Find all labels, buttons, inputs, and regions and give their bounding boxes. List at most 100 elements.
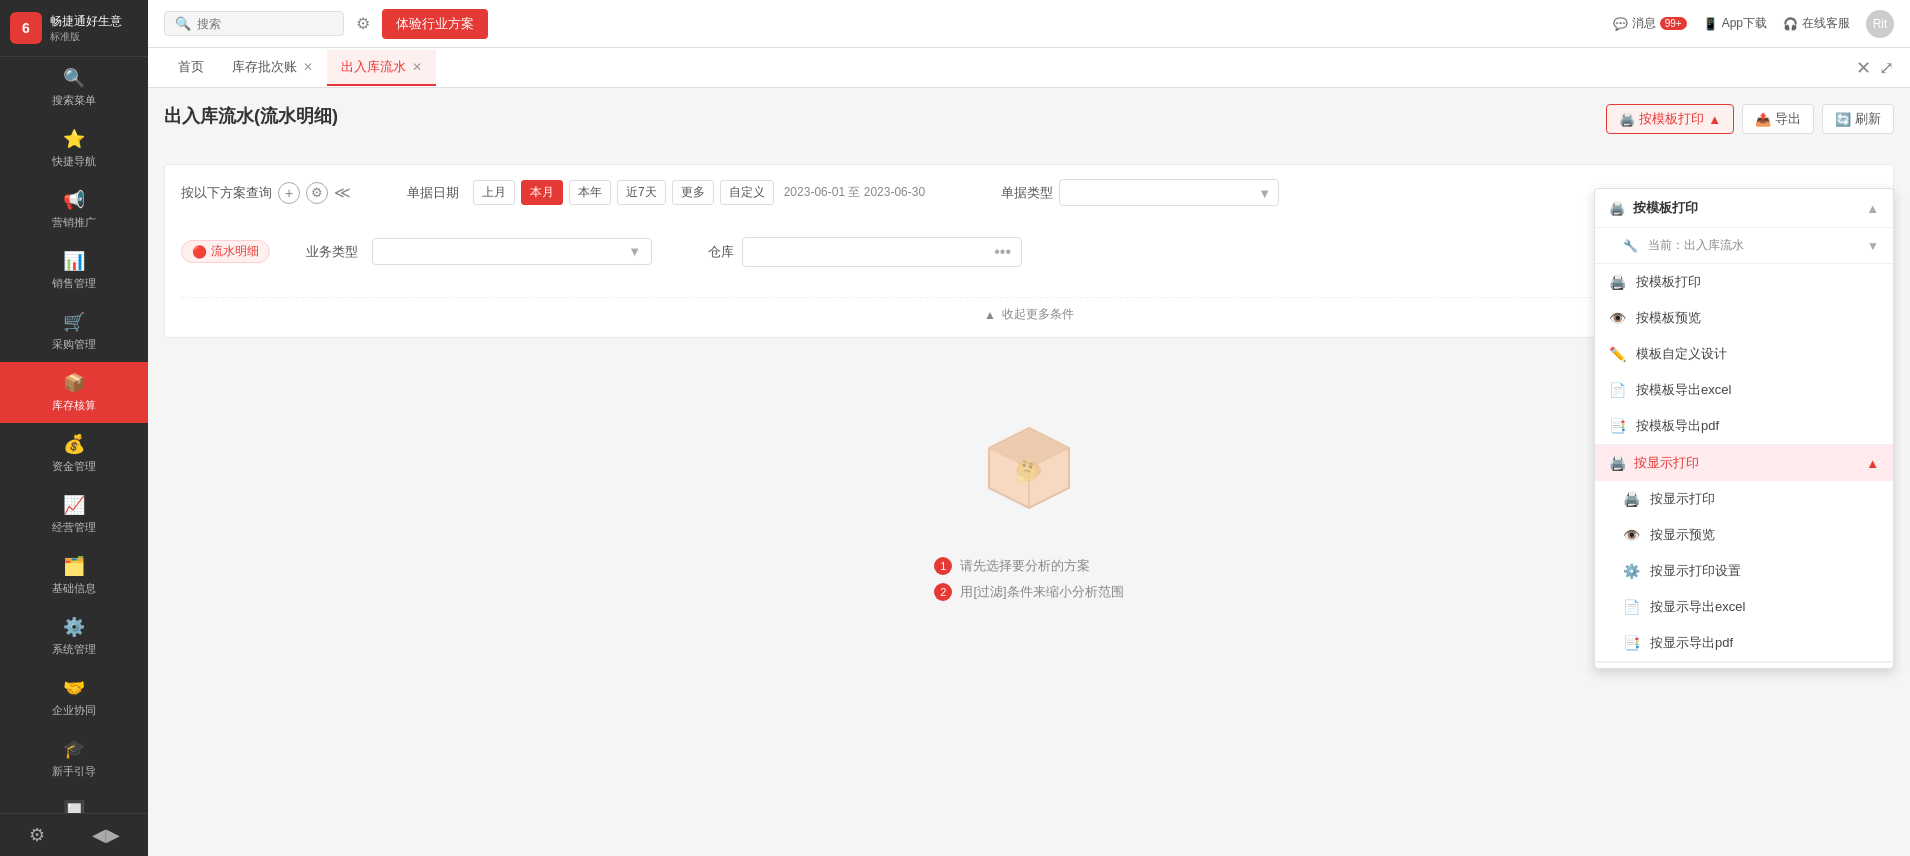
tab-batch-account[interactable]: 库存批次账 ✕: [218, 50, 327, 86]
finance-icon: 💰: [63, 433, 85, 455]
empty-steps: 1 请先选择要分析的方案 2 用[过滤]条件来缩小分析范围: [934, 557, 1123, 601]
dp-display-print[interactable]: 🖨️ 按显示打印: [1595, 481, 1893, 517]
tab-flow[interactable]: 出入库流水 ✕: [327, 50, 436, 86]
online-service-btn[interactable]: 🎧 在线客服: [1783, 15, 1850, 32]
filter-tag-icon: 🔴: [192, 245, 207, 259]
template-print-dropdown-btn[interactable]: 🖨️ 按模板打印 ▲: [1606, 104, 1734, 134]
dp-display-print-settings[interactable]: ⚙️ 按显示打印设置: [1595, 553, 1893, 589]
dp-template-preview[interactable]: 👁️ 按模板预览: [1595, 300, 1893, 336]
settings-footer-btn[interactable]: ⚙: [29, 824, 45, 846]
system-icon: ⚙️: [63, 616, 85, 638]
sidebar-item-operation[interactable]: 📈 经营管理: [0, 484, 148, 545]
apps-icon: 🔲: [63, 799, 85, 813]
dp-display-settings-icon: ⚙️: [1623, 563, 1640, 579]
empty-step-1: 1 请先选择要分析的方案: [934, 557, 1123, 575]
tab-home[interactable]: 首页: [164, 50, 218, 86]
current-icon: 🔧: [1623, 239, 1638, 253]
biz-type-select[interactable]: ▼: [372, 238, 652, 265]
basic-icon: 🗂️: [63, 555, 85, 577]
dp-display-export-excel[interactable]: 📄 按显示导出excel: [1595, 589, 1893, 625]
dp-display-print-section-icon: 🖨️: [1609, 455, 1626, 471]
warehouse-select[interactable]: •••: [742, 237, 1022, 267]
date-btn-7days[interactable]: 近7天: [617, 180, 666, 205]
warehouse-label: 仓库: [708, 243, 736, 261]
chevron-up-icon: ▲: [1708, 112, 1721, 127]
purchase-icon: 🛒: [63, 311, 85, 333]
filter-tag-flow[interactable]: 🔴 流水明细: [181, 240, 270, 263]
sidebar-item-marketing[interactable]: 📢 营销推广: [0, 179, 148, 240]
operation-icon: 📈: [63, 494, 85, 516]
dp-default-settings[interactable]: 🔧 设置默认功能 ▼: [1595, 662, 1893, 668]
export-btn[interactable]: 📤 导出: [1742, 104, 1814, 134]
dp-template-custom[interactable]: ✏️ 模板自定义设计: [1595, 336, 1893, 372]
dp-display-export-pdf[interactable]: 📑 按显示导出pdf: [1595, 625, 1893, 661]
print-icon: 🖨️: [1619, 112, 1635, 127]
headset-icon: 🎧: [1783, 17, 1798, 31]
avatar: Rit: [1866, 10, 1894, 38]
close-all-tabs-btn[interactable]: ✕: [1856, 57, 1871, 79]
sidebar-item-guide[interactable]: 🎓 新手引导: [0, 728, 148, 789]
sales-icon: 📊: [63, 250, 85, 272]
biz-type-arrow-icon: ▼: [628, 244, 641, 259]
dp-collapse-arrow[interactable]: ▲: [1866, 201, 1879, 216]
search-icon: 🔍: [175, 16, 191, 31]
marketing-icon: 📢: [63, 189, 85, 211]
phone-icon: 📱: [1703, 17, 1718, 31]
date-label: 单据日期: [407, 184, 467, 202]
logo-text: 畅捷通好生意 标准版: [50, 13, 122, 44]
sidebar-item-basic[interactable]: 🗂️ 基础信息: [0, 545, 148, 606]
collab-icon: 🤝: [63, 677, 85, 699]
sidebar-item-sales[interactable]: 📊 销售管理: [0, 240, 148, 301]
date-btn-custom[interactable]: 自定义: [720, 180, 774, 205]
print-header-icon: 🖨️: [1609, 201, 1625, 216]
sidebar-nav: 🔍 搜索菜单 ⭐ 快捷导航 📢 营销推广 📊 销售管理 🛒 采购管理 📦 库存核…: [0, 57, 148, 813]
app-download-btn[interactable]: 📱 App下载: [1703, 15, 1767, 32]
dp-display-preview-icon: 👁️: [1623, 527, 1640, 543]
dp-template-print[interactable]: 🖨️ 按模板打印: [1595, 264, 1893, 300]
tab-close-batch[interactable]: ✕: [303, 60, 313, 74]
dp-title: 🖨️ 按模板打印: [1609, 199, 1698, 217]
date-btn-last-month[interactable]: 上月: [473, 180, 515, 205]
sidebar-item-finance[interactable]: 💰 资金管理: [0, 423, 148, 484]
date-btn-this-year[interactable]: 本年: [569, 180, 611, 205]
dp-pdf-icon: 📑: [1609, 418, 1626, 434]
tab-actions: ✕ ⤢: [1856, 57, 1894, 79]
message-btn[interactable]: 💬 消息 99+: [1613, 15, 1687, 32]
tab-close-flow[interactable]: ✕: [412, 60, 422, 74]
dp-print-icon: 🖨️: [1609, 274, 1626, 290]
quick-nav-icon: ⭐: [63, 128, 85, 150]
maximize-btn[interactable]: ⤢: [1879, 57, 1894, 79]
warehouse-more-icon: •••: [994, 243, 1011, 261]
sidebar-item-system[interactable]: ⚙️ 系统管理: [0, 606, 148, 667]
collapse-sidebar-btn[interactable]: ◀▶: [92, 824, 120, 846]
dp-display-print-icon: 🖨️: [1623, 491, 1640, 507]
page-title: 出入库流水(流水明细): [164, 104, 338, 128]
date-btn-more[interactable]: 更多: [672, 180, 714, 205]
export-icon: 📤: [1755, 112, 1771, 127]
dp-template-export-pdf[interactable]: 📑 按模板导出pdf: [1595, 408, 1893, 444]
empty-illustration: 🤔: [979, 418, 1079, 537]
refresh-btn[interactable]: 🔄 刷新: [1822, 104, 1894, 134]
dp-display-print-section[interactable]: 🖨️ 按显示打印 ▲: [1595, 445, 1893, 481]
header-gear-icon[interactable]: ⚙: [356, 14, 370, 33]
add-filter-btn[interactable]: +: [278, 182, 300, 204]
dp-template-export-excel[interactable]: 📄 按模板导出excel: [1595, 372, 1893, 408]
trial-btn[interactable]: 体验行业方案: [382, 9, 488, 39]
voucher-type-label: 单据类型: [1001, 184, 1053, 202]
voucher-type-select[interactable]: [1059, 179, 1279, 206]
sidebar-item-quick-nav[interactable]: ⭐ 快捷导航: [0, 118, 148, 179]
date-range-text: 2023-06-01 至 2023-06-30: [784, 184, 925, 201]
sidebar-item-search-menu[interactable]: 🔍 搜索菜单: [0, 57, 148, 118]
date-btn-this-month[interactable]: 本月: [521, 180, 563, 205]
sidebar-item-purchase[interactable]: 🛒 采购管理: [0, 301, 148, 362]
biz-type-label: 业务类型: [306, 243, 366, 261]
sidebar-item-apps[interactable]: 🔲 应用中心: [0, 789, 148, 813]
search-input[interactable]: [197, 17, 327, 31]
sidebar-item-inventory[interactable]: 📦 库存核算: [0, 362, 148, 423]
user-profile-btn[interactable]: Rit: [1866, 10, 1894, 38]
header-search-box[interactable]: 🔍: [164, 11, 344, 36]
filter-settings-btn[interactable]: ⚙: [306, 182, 328, 204]
dp-display-preview[interactable]: 👁️ 按显示预览: [1595, 517, 1893, 553]
filter-collapse-btn[interactable]: ≪: [334, 183, 351, 202]
sidebar-item-collab[interactable]: 🤝 企业协同: [0, 667, 148, 728]
